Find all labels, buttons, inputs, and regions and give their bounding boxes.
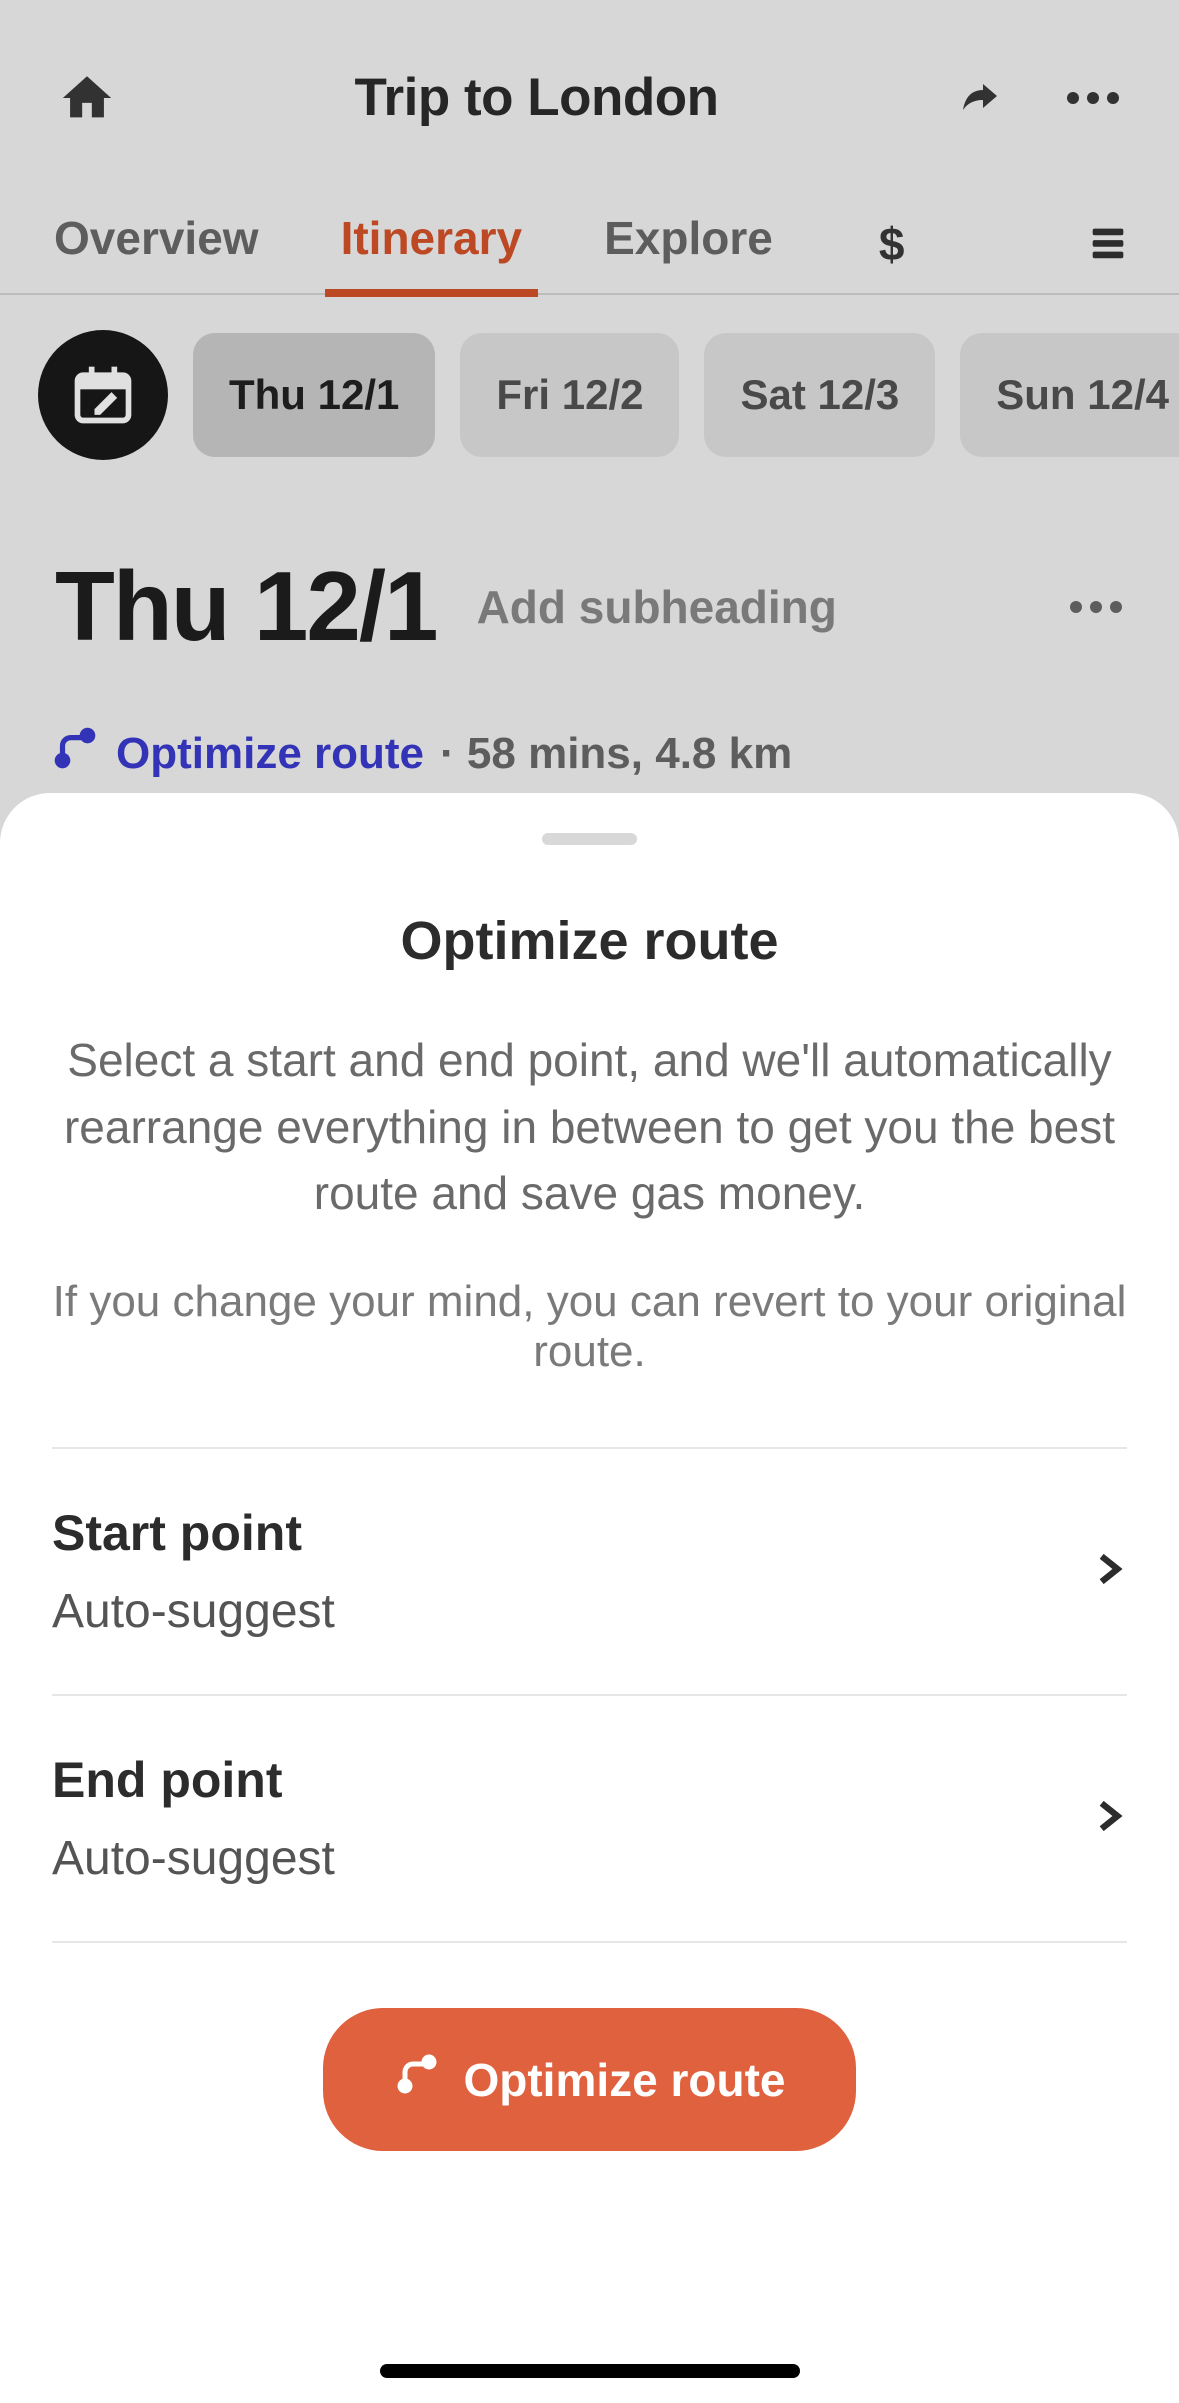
optimize-route-button[interactable]: Optimize route <box>323 2008 855 2151</box>
end-point-row[interactable]: End point Auto-suggest <box>52 1751 1127 1886</box>
end-point-value: Auto-suggest <box>52 1831 335 1886</box>
sheet-description: Select a start and end point, and we'll … <box>52 1027 1127 1227</box>
chevron-right-icon <box>1089 1540 1127 1603</box>
start-point-row[interactable]: Start point Auto-suggest <box>52 1504 1127 1639</box>
sheet-title: Optimize route <box>52 910 1127 972</box>
route-icon <box>393 2050 441 2109</box>
sheet-note: If you change your mind, you can revert … <box>52 1277 1127 1377</box>
end-point-label: End point <box>52 1751 335 1809</box>
sheet-grabber[interactable] <box>542 833 637 845</box>
optimize-route-sheet: Optimize route Select a start and end po… <box>0 793 1179 2403</box>
optimize-button-label: Optimize route <box>463 2053 785 2107</box>
start-point-label: Start point <box>52 1504 335 1562</box>
start-point-value: Auto-suggest <box>52 1584 335 1639</box>
chevron-right-icon <box>1089 1787 1127 1850</box>
home-indicator[interactable] <box>380 2364 800 2378</box>
